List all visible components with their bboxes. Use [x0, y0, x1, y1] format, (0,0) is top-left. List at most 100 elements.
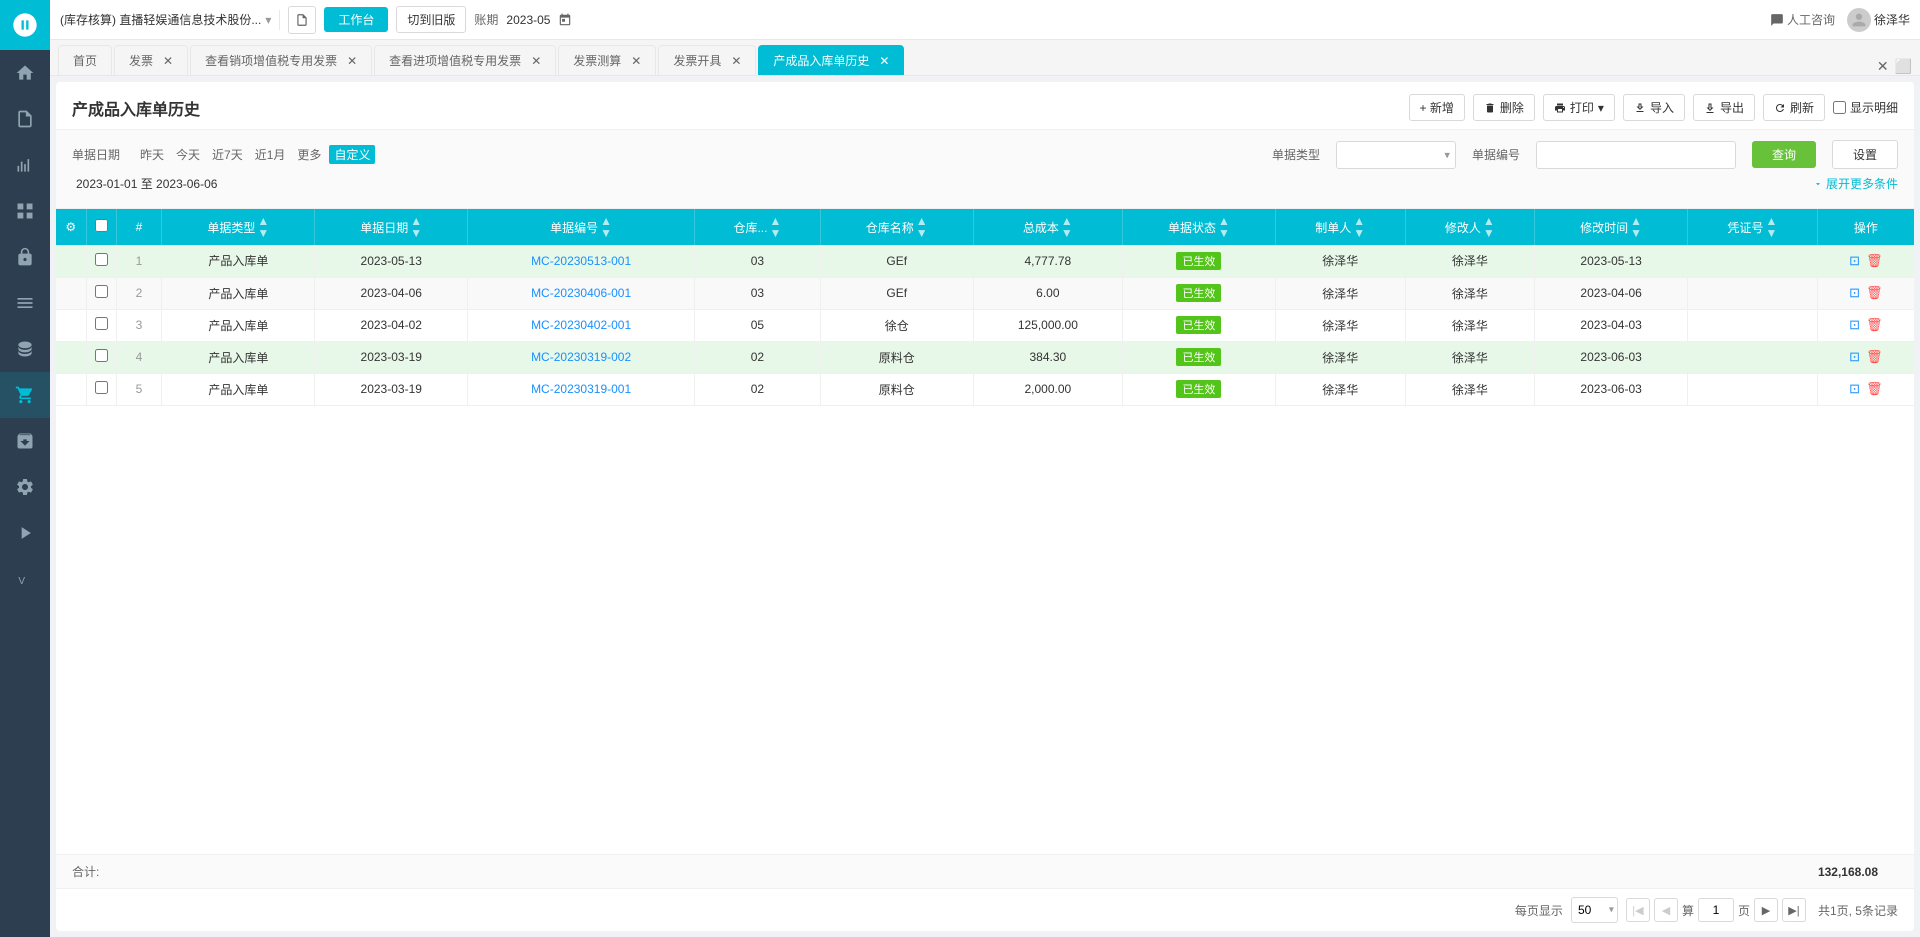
col-number-header[interactable]: 单据编号▲▼	[468, 209, 695, 245]
row-edit-icon[interactable]: ⊡	[1849, 317, 1860, 333]
row-number[interactable]: MC-20230406-001	[468, 277, 695, 309]
row-checkbox-cell[interactable]	[86, 341, 116, 373]
row-checkbox[interactable]	[95, 349, 108, 362]
tab-maximize-btn[interactable]: ⬜	[1895, 58, 1912, 75]
sidebar-item-home[interactable]	[0, 50, 50, 96]
delete-button[interactable]: 删除	[1473, 94, 1535, 121]
query-button[interactable]: 查询	[1752, 141, 1816, 168]
row-number[interactable]: MC-20230513-001	[468, 245, 695, 277]
row-checkbox[interactable]	[95, 285, 108, 298]
import-button[interactable]: 导入	[1623, 94, 1685, 121]
tab-open-close[interactable]: ✕	[731, 54, 741, 68]
sidebar-item-v[interactable]: V	[0, 556, 50, 602]
export-button[interactable]: 导出	[1693, 94, 1755, 121]
col-voucher-header[interactable]: 凭证号▲▼	[1688, 209, 1818, 245]
row-number[interactable]: MC-20230319-001	[468, 373, 695, 405]
col-date-header[interactable]: 单据日期▲▼	[315, 209, 468, 245]
date-shortcut-custom[interactable]: 自定义	[329, 145, 375, 164]
row-number-link[interactable]: MC-20230513-001	[531, 254, 631, 268]
row-delete-icon[interactable]: 🗑	[1866, 381, 1883, 397]
tab-close-all-btn[interactable]: ✕	[1877, 58, 1889, 75]
first-page-btn[interactable]: |◀	[1626, 898, 1650, 922]
date-shortcut-yesterday[interactable]: 昨天	[136, 145, 168, 164]
tab-calc-close[interactable]: ✕	[631, 54, 641, 68]
sidebar-item-box[interactable]	[0, 418, 50, 464]
date-shortcut-more[interactable]: 更多	[293, 145, 325, 164]
col-status-header[interactable]: 单据状态▲▼	[1123, 209, 1276, 245]
tab-sales-vat[interactable]: 查看销项增值税专用发票 ✕	[190, 45, 372, 75]
page-size-select[interactable]: 50 10 20 100	[1571, 897, 1618, 923]
last-page-btn[interactable]: ▶|	[1782, 898, 1806, 922]
sidebar-item-grid[interactable]	[0, 188, 50, 234]
row-checkbox[interactable]	[95, 317, 108, 330]
company-dropdown-arrow[interactable]: ▾	[265, 13, 271, 27]
tab-invoice-close[interactable]: ✕	[163, 54, 173, 68]
col-warehouse-code-header[interactable]: 仓库...▲▼	[695, 209, 821, 245]
sidebar-item-database[interactable]	[0, 326, 50, 372]
date-shortcut-1month[interactable]: 近1月	[251, 145, 290, 164]
row-checkbox-cell[interactable]	[86, 373, 116, 405]
col-type-header[interactable]: 单据类型▲▼	[162, 209, 315, 245]
tab-home[interactable]: 首页	[58, 45, 112, 75]
print-button[interactable]: 打印 ▾	[1543, 94, 1615, 121]
row-number-link[interactable]: MC-20230319-001	[531, 382, 631, 396]
col-modify-time-header[interactable]: 修改时间▲▼	[1535, 209, 1688, 245]
sidebar-item-doc[interactable]	[0, 96, 50, 142]
col-warehouse-name-header[interactable]: 仓库名称▲▼	[820, 209, 973, 245]
tab-calc[interactable]: 发票测算 ✕	[558, 45, 656, 75]
row-checkbox-cell[interactable]	[86, 277, 116, 309]
user-menu[interactable]: 徐泽华	[1847, 8, 1910, 32]
row-delete-icon[interactable]: 🗑	[1866, 253, 1883, 269]
tab-open[interactable]: 发票开具 ✕	[658, 45, 756, 75]
row-edit-icon[interactable]: ⊡	[1849, 285, 1860, 301]
table-row[interactable]: 2 产品入库单 2023-04-06 MC-20230406-001 03 GE…	[56, 277, 1914, 309]
row-number[interactable]: MC-20230402-001	[468, 309, 695, 341]
expand-conditions-btn[interactable]: 展开更多条件	[1813, 175, 1898, 192]
num-input[interactable]	[1536, 141, 1736, 169]
row-checkbox[interactable]	[95, 381, 108, 394]
row-checkbox-cell[interactable]	[86, 245, 116, 277]
switch-old-version-button[interactable]: 切到旧版	[396, 6, 466, 33]
tab-sales-vat-close[interactable]: ✕	[347, 54, 357, 68]
workbench-button[interactable]: 工作台	[324, 7, 388, 32]
row-checkbox[interactable]	[95, 253, 108, 266]
tab-history[interactable]: 产成品入库单历史 ✕	[758, 45, 904, 75]
row-number-link[interactable]: MC-20230406-001	[531, 286, 631, 300]
sidebar-item-chart[interactable]	[0, 142, 50, 188]
support-button[interactable]: 人工咨询	[1770, 11, 1835, 28]
table-row[interactable]: 1 产品入库单 2023-05-13 MC-20230513-001 03 GE…	[56, 245, 1914, 277]
display-detail-toggle[interactable]: 显示明细	[1833, 99, 1898, 116]
tab-input-vat[interactable]: 查看进项增值税专用发票 ✕	[374, 45, 556, 75]
row-number-link[interactable]: MC-20230319-002	[531, 350, 631, 364]
table-row[interactable]: 4 产品入库单 2023-03-19 MC-20230319-002 02 原料…	[56, 341, 1914, 373]
col-settings[interactable]: ⚙	[56, 209, 86, 245]
col-cost-header[interactable]: 总成本▲▼	[973, 209, 1122, 245]
new-button[interactable]: + 新增	[1409, 94, 1465, 121]
col-checkbox-header[interactable]	[86, 209, 116, 245]
row-delete-icon[interactable]: 🗑	[1866, 285, 1883, 301]
tab-input-vat-close[interactable]: ✕	[531, 54, 541, 68]
row-number-link[interactable]: MC-20230402-001	[531, 318, 631, 332]
set-button[interactable]: 设置	[1832, 140, 1898, 169]
topbar-doc-btn[interactable]	[288, 6, 316, 34]
type-select[interactable]	[1336, 141, 1456, 169]
row-edit-icon[interactable]: ⊡	[1849, 253, 1860, 269]
print-dropdown-arrow[interactable]: ▾	[1598, 101, 1604, 115]
next-page-btn[interactable]: ▶	[1754, 898, 1778, 922]
row-delete-icon[interactable]: 🗑	[1866, 317, 1883, 333]
table-row[interactable]: 3 产品入库单 2023-04-02 MC-20230402-001 05 徐仓…	[56, 309, 1914, 341]
col-modifier-header[interactable]: 修改人▲▼	[1405, 209, 1535, 245]
display-detail-checkbox[interactable]	[1833, 101, 1846, 114]
page-number-input[interactable]	[1698, 898, 1734, 922]
prev-page-btn[interactable]: ◀	[1654, 898, 1678, 922]
row-checkbox-cell[interactable]	[86, 309, 116, 341]
refresh-button[interactable]: 刷新	[1763, 94, 1825, 121]
sidebar-item-cart[interactable]	[0, 372, 50, 418]
select-all-checkbox[interactable]	[95, 219, 108, 232]
sidebar-item-play[interactable]	[0, 510, 50, 556]
sidebar-item-lock[interactable]	[0, 234, 50, 280]
row-edit-icon[interactable]: ⊡	[1849, 381, 1860, 397]
sidebar-item-settings[interactable]	[0, 464, 50, 510]
row-delete-icon[interactable]: 🗑	[1866, 349, 1883, 365]
tab-invoice[interactable]: 发票 ✕	[114, 45, 188, 75]
